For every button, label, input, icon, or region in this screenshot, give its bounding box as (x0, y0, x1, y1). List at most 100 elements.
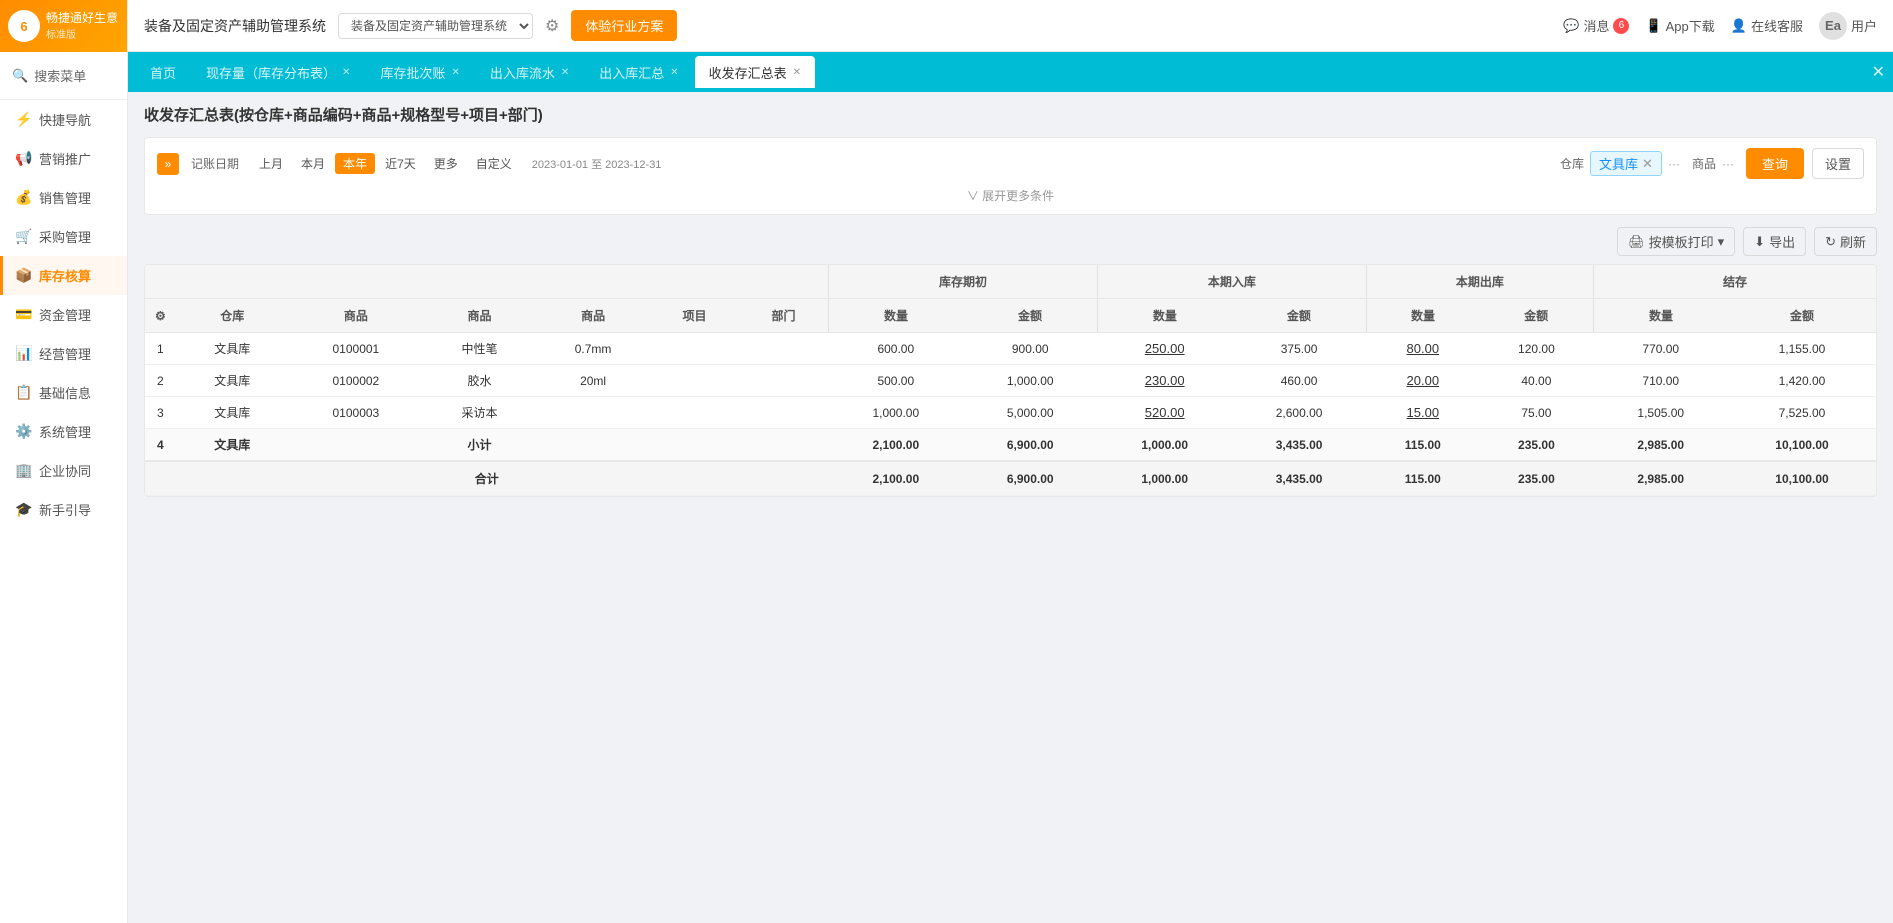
table-row: 2文具库0100002胶水20ml500.001,000.00230.00460… (145, 365, 1876, 397)
col-code: 商品 (289, 299, 423, 333)
row-out-qty[interactable]: 80.00 (1366, 333, 1479, 365)
date-btn-更多[interactable]: 更多 (426, 153, 466, 174)
row-in-amt: 375.00 (1232, 333, 1366, 365)
row-dept (739, 365, 829, 397)
date-btn-自定义[interactable]: 自定义 (468, 153, 520, 174)
row-out-qty[interactable]: 20.00 (1366, 365, 1479, 397)
sidebar-item-quick-nav[interactable]: ⚡快捷导航 (0, 100, 127, 139)
online-service-action[interactable]: 👤 在线客服 (1731, 16, 1803, 35)
avatar: Ea (1819, 12, 1847, 40)
tab-home[interactable]: 首页 (136, 56, 190, 88)
filter-expand-row: ∨ 展开更多条件 (157, 187, 1864, 204)
guide-icon: 🎓 (15, 501, 33, 518)
tab-in-out-summary[interactable]: 出入库汇总 ✕ (585, 56, 692, 88)
tab-inventory-dist[interactable]: 现存量（库存分布表） ✕ (192, 56, 364, 88)
row-close-qty: 770.00 (1594, 333, 1728, 365)
tab-batch-ledger[interactable]: 库存批次账 ✕ (366, 56, 473, 88)
print-button[interactable]: 🖨 按模板打印 ▾ (1617, 227, 1735, 256)
product-more[interactable]: ··· (1722, 157, 1734, 171)
sidebar-item-inventory[interactable]: 📦库存核算 (0, 256, 127, 295)
system-icon: ⚙️ (15, 423, 33, 440)
download-icon: 📱 (1645, 18, 1661, 34)
row-in-qty[interactable]: 230.00 (1097, 365, 1231, 397)
row-code (289, 429, 423, 462)
row-in-amt: 3,435.00 (1232, 429, 1366, 462)
sidebar-item-finance[interactable]: 💳资金管理 (0, 295, 127, 334)
app-subtitle: 标准版 (46, 26, 118, 41)
sidebar-item-base-info[interactable]: 📋基础信息 (0, 373, 127, 412)
sidebar-item-operations[interactable]: 📊 经营管理 (0, 334, 127, 373)
data-table: 库存期初 本期入库 本期出库 结存 ⚙ 仓库 商品 商品 商品 项目 部门 数量 (145, 265, 1876, 496)
tab-close-icon[interactable]: ✕ (451, 67, 459, 78)
row-dept (739, 333, 829, 365)
user-action[interactable]: Ea 用户 (1819, 12, 1877, 40)
purchase-icon: 🛒 (15, 228, 33, 245)
app-download-action[interactable]: 📱 App下载 (1645, 16, 1714, 35)
base-info-icon: 📋 (15, 384, 33, 401)
tab-close-icon[interactable]: ✕ (561, 67, 569, 78)
sidebar-item-system[interactable]: ⚙️系统管理 (0, 412, 127, 451)
product-label: 商品 (1692, 155, 1716, 172)
query-button[interactable]: 查询 (1746, 148, 1804, 179)
filter-settings-button[interactable]: 设置 (1812, 148, 1864, 179)
date-btn-近7天[interactable]: 近7天 (377, 153, 424, 174)
warehouse-tag[interactable]: 文具库 ✕ (1590, 151, 1662, 176)
row-in-qty: 1,000.00 (1097, 429, 1231, 462)
warehouse-more[interactable]: ··· (1668, 157, 1680, 171)
row-out-amt: 120.00 (1479, 333, 1593, 365)
tab-label: 收发存汇总表 (709, 63, 787, 82)
filter-toggle-button[interactable]: » (157, 153, 179, 175)
footer-row: 合计 2,100.00 6,900.00 1,000.00 3,435.00 1… (145, 461, 1876, 496)
row-code: 0100001 (289, 333, 423, 365)
col-close-qty: 数量 (1594, 299, 1728, 333)
sidebar-item-purchase[interactable]: 🛒采购管理 (0, 217, 127, 256)
row-in-qty[interactable]: 250.00 (1097, 333, 1231, 365)
tab-in-out-flow[interactable]: 出入库流水 ✕ (476, 56, 583, 88)
topbar-right: 💬 消息 6 📱 App下载 👤 在线客服 Ea 用户 (1563, 12, 1877, 40)
tabs-container: 首页现存量（库存分布表） ✕库存批次账 ✕出入库流水 ✕出入库汇总 ✕收发存汇总… (136, 56, 1870, 88)
row-project (650, 429, 739, 462)
message-action[interactable]: 💬 消息 6 (1563, 16, 1629, 35)
row-dept (739, 429, 829, 462)
expand-filter-button[interactable]: ∨ 展开更多条件 (967, 187, 1054, 204)
row-no: 2 (145, 365, 176, 397)
footer-in-amt: 3,435.00 (1232, 461, 1366, 496)
sidebar-item-enterprise[interactable]: 🏢企业协同 (0, 451, 127, 490)
quick-nav-icon: ⚡ (15, 111, 33, 128)
close-all-tabs-button[interactable]: ✕ (1872, 62, 1885, 82)
date-btn-上月[interactable]: 上月 (251, 153, 291, 174)
settings-icon[interactable]: ⚙ (545, 16, 559, 36)
row-out-qty[interactable]: 15.00 (1366, 397, 1479, 429)
sidebar-item-label: 新手引导 (39, 500, 91, 519)
sidebar-item-label: 经营管理 (39, 344, 91, 363)
operations-icon: 📊 (15, 345, 33, 362)
trial-button[interactable]: 体验行业方案 (571, 10, 677, 41)
row-dept (739, 397, 829, 429)
col-settings[interactable]: ⚙ (145, 299, 176, 333)
row-warehouse: 文具库 (176, 365, 289, 397)
service-icon: 👤 (1731, 18, 1747, 34)
sidebar-item-guide[interactable]: 🎓 新手引导 (0, 490, 127, 529)
date-btn-本月[interactable]: 本月 (293, 153, 333, 174)
row-in-qty[interactable]: 520.00 (1097, 397, 1231, 429)
export-button[interactable]: ⬇ 导出 (1743, 227, 1806, 256)
sidebar-item-marketing[interactable]: 📢营销推广 (0, 139, 127, 178)
search-menu-button[interactable]: 🔍 搜索菜单 (8, 60, 119, 91)
page-title: 收发存汇总表(按仓库+商品编码+商品+规格型号+项目+部门) (144, 104, 1877, 125)
row-open-qty: 1,000.00 (829, 397, 963, 429)
date-btn-本年[interactable]: 本年 (335, 153, 375, 174)
sidebar-item-sales[interactable]: 💰销售管理 (0, 178, 127, 217)
tab-close-icon[interactable]: ✕ (670, 67, 678, 78)
col-open-qty: 数量 (829, 299, 963, 333)
tab-close-icon[interactable]: ✕ (793, 67, 801, 78)
tab-close-icon[interactable]: ✕ (342, 67, 350, 78)
row-spec (536, 397, 650, 429)
warehouse-tag-close[interactable]: ✕ (1642, 156, 1653, 172)
tab-recv-ship-summary[interactable]: 收发存汇总表 ✕ (695, 56, 815, 88)
col-open-amt: 金额 (963, 299, 1097, 333)
filter-bar: » 记账日期 上月本月本年近7天更多自定义 2023-01-01 至 2023-… (144, 137, 1877, 215)
refresh-button[interactable]: ↻ 刷新 (1814, 227, 1877, 256)
system-selector[interactable]: 装备及固定资产辅助管理系统 (338, 13, 533, 39)
marketing-icon: 📢 (15, 150, 33, 167)
row-close-qty: 710.00 (1594, 365, 1728, 397)
